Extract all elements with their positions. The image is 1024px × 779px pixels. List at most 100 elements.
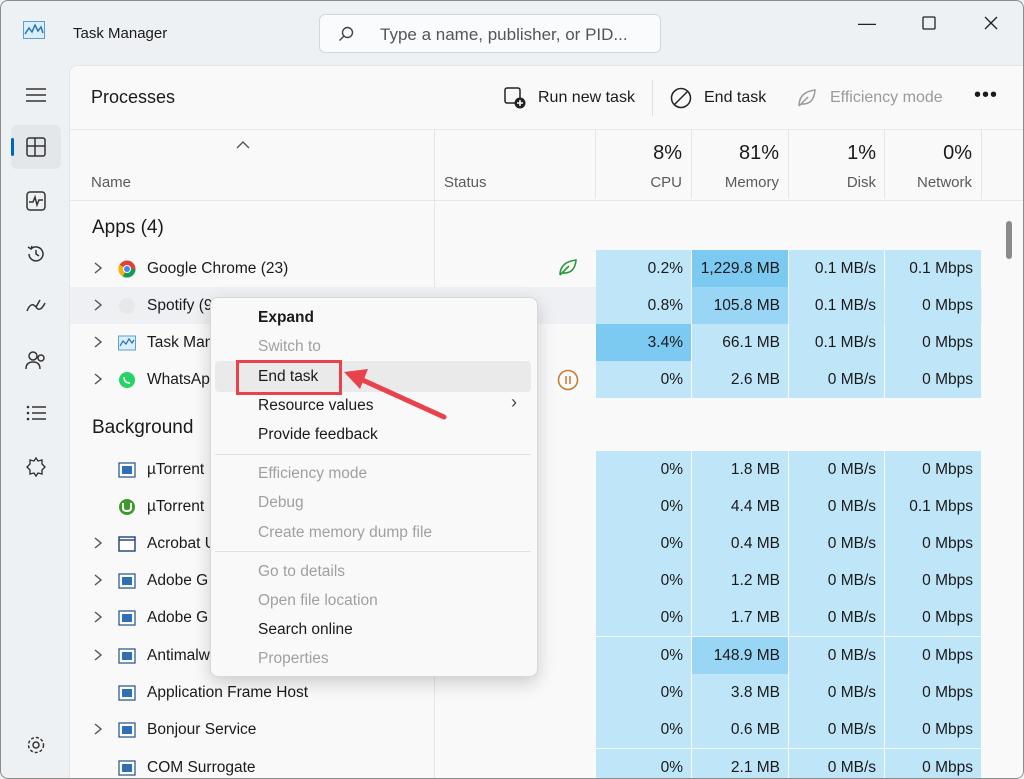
- red-arrow-annotation: [344, 369, 447, 420]
- disk-cell: 0.1 MB/s: [789, 287, 884, 324]
- column-header-network[interactable]: Network: [882, 174, 972, 191]
- details-icon: [26, 405, 46, 421]
- toolbar-divider: [652, 80, 653, 116]
- task-manager-app-icon: [23, 21, 45, 39]
- column-header-status[interactable]: Status: [444, 174, 487, 191]
- sidebar-item-settings[interactable]: [11, 723, 61, 767]
- network-cell: 0 Mbps: [885, 361, 981, 398]
- chrome-icon: [118, 260, 136, 278]
- column-header-name[interactable]: Name: [91, 174, 131, 191]
- expand-chevron-icon[interactable]: [94, 299, 102, 311]
- sidebar-item-app-history[interactable]: [11, 232, 61, 276]
- network-cell: 0 Mbps: [885, 674, 981, 711]
- disk-cell: 0 MB/s: [789, 711, 884, 748]
- maximize-button[interactable]: [903, 1, 955, 45]
- end-task-button[interactable]: End task: [670, 84, 766, 112]
- column-header-disk[interactable]: Disk: [786, 174, 876, 191]
- table-row[interactable]: COM Surrogate 0% 2.1 MB 0 MB/s 0 Mbps: [70, 749, 982, 778]
- expand-chevron-icon[interactable]: [94, 723, 102, 735]
- close-button[interactable]: [965, 1, 1017, 45]
- cpu-cell: 0.2%: [596, 250, 691, 287]
- network-cell: 0 Mbps: [885, 749, 981, 778]
- cpu-cell: 0.8%: [596, 287, 691, 324]
- search-box[interactable]: [319, 14, 661, 53]
- minimize-button[interactable]: —: [841, 1, 893, 45]
- process-name: Adobe G: [147, 609, 209, 626]
- memory-cell: 1.2 MB: [692, 562, 788, 599]
- expand-chevron-icon[interactable]: [94, 574, 102, 586]
- network-cell: 0 Mbps: [885, 324, 981, 361]
- column-header-cpu[interactable]: CPU: [592, 174, 682, 191]
- expand-chevron-icon[interactable]: [94, 262, 102, 274]
- cpu-cell: 0%: [596, 637, 691, 674]
- expand-chevron-icon[interactable]: [94, 537, 102, 549]
- disk-cell: 0 MB/s: [789, 674, 884, 711]
- table-row[interactable]: Google Chrome (23) 0.2% 1,229.8 MB 0.1 M…: [70, 250, 982, 287]
- network-cell: 0 Mbps: [885, 599, 981, 636]
- menu-item-open-file-location[interactable]: Open file location: [258, 592, 378, 610]
- efficiency-leaf-icon: [559, 259, 577, 276]
- hamburger-menu-button[interactable]: [11, 73, 61, 117]
- disk-cell: 0 MB/s: [789, 749, 884, 778]
- column-header-memory[interactable]: Memory: [689, 174, 779, 191]
- group-header-apps: Apps (4): [92, 217, 164, 238]
- menu-item-search-online[interactable]: Search online: [258, 621, 353, 639]
- more-options-button[interactable]: •••: [974, 84, 998, 107]
- cpu-cell: 0%: [596, 361, 691, 398]
- run-new-task-button[interactable]: Run new task: [504, 84, 635, 112]
- expand-chevron-icon[interactable]: [94, 336, 102, 348]
- menu-item-debug[interactable]: Debug: [258, 494, 304, 512]
- efficiency-mode-button[interactable]: Efficiency mode: [796, 84, 943, 112]
- task-manager-icon: [118, 335, 136, 351]
- menu-item-create-dump[interactable]: Create memory dump file: [258, 524, 432, 542]
- memory-cell: 4.4 MB: [692, 488, 788, 525]
- menu-item-efficiency-mode[interactable]: Efficiency mode: [258, 465, 367, 483]
- process-name: Task Man: [147, 334, 214, 351]
- sidebar-item-performance[interactable]: [11, 179, 61, 223]
- disk-cell: 0 MB/s: [789, 488, 884, 525]
- menu-item-go-to-details[interactable]: Go to details: [258, 563, 345, 581]
- network-total: 0%: [943, 142, 972, 164]
- menu-item-expand[interactable]: Expand: [258, 309, 314, 327]
- sidebar-item-users[interactable]: [11, 338, 61, 382]
- expand-chevron-icon[interactable]: [94, 611, 102, 623]
- process-name: µTorrent: [147, 461, 205, 478]
- disk-cell: 0 MB/s: [789, 637, 884, 674]
- menu-item-properties[interactable]: Properties: [258, 650, 329, 668]
- app-history-icon: [27, 245, 44, 262]
- expand-chevron-icon[interactable]: [94, 649, 102, 661]
- process-name: Google Chrome (23): [147, 260, 289, 277]
- sort-up-chevron-icon[interactable]: [236, 136, 250, 152]
- process-name: WhatsAp: [147, 371, 210, 388]
- context-menu: Expand Switch to End task Resource value…: [210, 297, 538, 677]
- process-name: Antimalw: [147, 647, 210, 664]
- scrollbar-thumb[interactable]: [1006, 221, 1012, 259]
- settings-gear-icon: [27, 736, 45, 754]
- vertical-scrollbar[interactable]: [1006, 201, 1014, 761]
- expand-chevron-icon[interactable]: [94, 373, 102, 385]
- memory-cell: 1,229.8 MB: [692, 250, 788, 287]
- sidebar-item-details[interactable]: [11, 391, 61, 435]
- column-divider: [691, 129, 692, 199]
- run-new-task-icon: [504, 87, 526, 109]
- network-cell: 0 Mbps: [885, 451, 981, 488]
- table-row[interactable]: Bonjour Service 0% 0.6 MB 0 MB/s 0 Mbps: [70, 711, 982, 748]
- sidebar-item-processes[interactable]: [11, 125, 61, 169]
- table-row[interactable]: Application Frame Host 0% 3.8 MB 0 MB/s …: [70, 674, 982, 711]
- sidebar-item-startup-apps[interactable]: [11, 285, 61, 329]
- window-title: Task Manager: [73, 25, 168, 42]
- leaf-icon: [798, 89, 816, 107]
- search-input[interactable]: [378, 21, 652, 49]
- menu-item-switch-to[interactable]: Switch to: [258, 338, 321, 356]
- service-window-icon: [118, 462, 136, 478]
- search-icon: [339, 26, 354, 41]
- sidebar-item-services[interactable]: [11, 445, 61, 489]
- memory-cell: 148.9 MB: [692, 637, 788, 674]
- column-divider: [595, 129, 596, 199]
- title-bar: Task Manager —: [1, 1, 1023, 65]
- menu-item-provide-feedback[interactable]: Provide feedback: [258, 426, 378, 444]
- menu-separator: [215, 454, 531, 455]
- service-window-icon: [118, 760, 136, 776]
- network-cell: 0 Mbps: [885, 562, 981, 599]
- cpu-cell: 0%: [596, 749, 691, 778]
